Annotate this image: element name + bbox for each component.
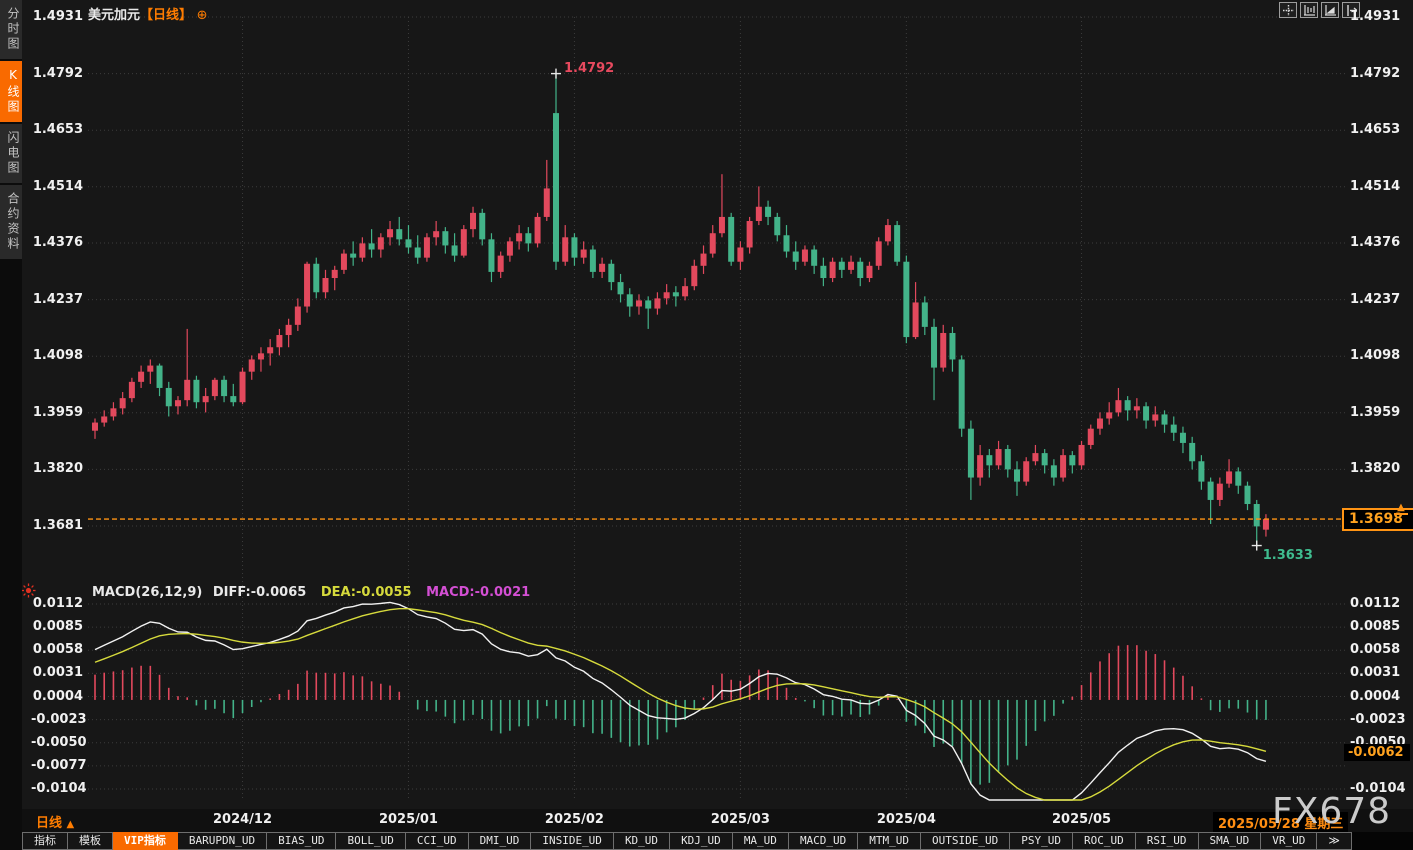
tab-MA_UD[interactable]: MA_UD <box>733 832 789 850</box>
price-tick-left: 1.4792 <box>31 66 83 82</box>
price-tick-right: 1.4376 <box>1350 235 1402 251</box>
price-tick-right: 1.3959 <box>1350 405 1402 421</box>
macd-tick-left: 0.0031 <box>31 665 83 681</box>
price-tick-right: 1.4653 <box>1350 122 1402 138</box>
add-indicator-icon[interactable]: ⊕ <box>197 8 208 23</box>
scroll-to-latest-icon[interactable]: ▲ <box>1394 503 1408 515</box>
macd-tick-left: -0.0104 <box>31 781 83 797</box>
tab-BIAS_UD[interactable]: BIAS_UD <box>267 832 336 850</box>
chart-title: 美元加元【日线】 ⊕ <box>88 4 207 23</box>
tab-OUTSIDE_UD[interactable]: OUTSIDE_UD <box>921 832 1010 850</box>
macd-tick-left: 0.0058 <box>31 642 83 658</box>
macd-tick-left: 0.0085 <box>31 619 83 635</box>
tab-≫[interactable]: ≫ <box>1317 832 1352 850</box>
macd-tick-left: 0.0004 <box>31 689 83 705</box>
macd-params: MACD(26,12,9) <box>92 585 202 600</box>
tab-CCI_UD[interactable]: CCI_UD <box>406 832 469 850</box>
macd-tick-left: -0.0050 <box>31 735 83 751</box>
time-axis-row: 日线 ▲ 2024/12 2025/01 2025/02 2025/03 2025/04… <box>22 809 1413 832</box>
symbol-name: 美元加元 <box>88 8 140 23</box>
price-tick-left: 1.3820 <box>31 461 83 477</box>
tab-BARUPDN_UD[interactable]: BARUPDN_UD <box>178 832 267 850</box>
macd-readout: MACD(26,12,9) DIFF:-0.0065 DEA:-0.0055 M… <box>92 585 530 600</box>
candlestick-chart-canvas[interactable] <box>0 0 1413 850</box>
chevron-up-icon: ▲ <box>67 819 75 830</box>
period-label: 日线 <box>36 816 62 831</box>
price-tick-left: 1.3959 <box>31 405 83 421</box>
macd-tick-right: 0.0058 <box>1350 642 1402 658</box>
tab-MACD_UD[interactable]: MACD_UD <box>789 832 858 850</box>
price-tick-right: 1.4514 <box>1350 179 1402 195</box>
indicator-tab-bar: 指标模板VIP指标BARUPDN_UDBIAS_UDBOLL_UDCCI_UDD… <box>22 832 1413 850</box>
price-tick-left: 1.4237 <box>31 292 83 308</box>
macd-tick-right: 0.0004 <box>1350 689 1402 705</box>
macd-tick-left: -0.0077 <box>31 758 83 774</box>
tab-VIP指标[interactable]: VIP指标 <box>113 832 178 850</box>
price-tick-left: 1.3681 <box>31 518 83 534</box>
tab-MTM_UD[interactable]: MTM_UD <box>858 832 921 850</box>
sidebar-item-4[interactable]: 合约资料 <box>0 185 22 259</box>
month-label: 2024/12 <box>207 812 279 827</box>
price-tick-right: 1.4792 <box>1350 66 1402 82</box>
sidebar-item-1[interactable]: 分时图 <box>0 0 22 59</box>
price-tick-right: 1.4098 <box>1350 348 1402 364</box>
tab-VR_UD[interactable]: VR_UD <box>1261 832 1317 850</box>
month-label: 2025/02 <box>538 812 610 827</box>
month-label: 2025/01 <box>372 812 444 827</box>
tab-BOLL_UD[interactable]: BOLL_UD <box>336 832 405 850</box>
low-price-annotation: 1.3633 <box>1263 548 1313 563</box>
trading-app-window: 分时图K线图闪电图合约资料 美元加元【日线】 ⊕ 1.4931 1.4931 1.4… <box>0 0 1413 850</box>
macd-tick-left: 0.0112 <box>31 596 83 612</box>
fx678-watermark: FX678 <box>1272 791 1391 832</box>
tab-KD_UD[interactable]: KD_UD <box>614 832 670 850</box>
indicator-settings-icon[interactable] <box>21 583 36 602</box>
macd-macd-value: MACD:-0.0021 <box>426 585 530 600</box>
macd-tick-right: 0.0112 <box>1350 596 1402 612</box>
price-tick-right: 1.4237 <box>1350 292 1402 308</box>
high-price-annotation: 1.4792 <box>564 61 614 76</box>
macd-tick-left: -0.0023 <box>31 712 83 728</box>
tab-INSIDE_UD[interactable]: INSIDE_UD <box>531 832 614 850</box>
price-tick-left: 1.4376 <box>31 235 83 251</box>
price-tick-right: 1.3820 <box>1350 461 1402 477</box>
month-label: 2025/03 <box>704 812 776 827</box>
sidebar-item-3[interactable]: 闪电图 <box>0 124 22 183</box>
price-tick-left: 1.4931 <box>31 9 83 25</box>
left-sidebar: 分时图K线图闪电图合约资料 <box>0 0 22 850</box>
tab-PSY_UD[interactable]: PSY_UD <box>1010 832 1073 850</box>
tab-指标[interactable]: 指标 <box>22 832 68 850</box>
macd-tick-right: -0.0023 <box>1350 712 1402 728</box>
tab-DMI_UD[interactable]: DMI_UD <box>469 832 532 850</box>
sidebar-item-2[interactable]: K线图 <box>0 61 22 122</box>
tab-ROC_UD[interactable]: ROC_UD <box>1073 832 1136 850</box>
axis-trend-icon[interactable] <box>1321 2 1339 18</box>
macd-diff-value: DIFF:-0.0065 <box>213 585 306 600</box>
period-tag: 【日线】 <box>140 8 192 23</box>
move-crosshair-icon[interactable] <box>1279 2 1297 18</box>
price-tick-right: 1.4931 <box>1350 9 1402 25</box>
month-label: 2025/04 <box>870 812 942 827</box>
price-tick-left: 1.4514 <box>31 179 83 195</box>
axis-candle-icon[interactable] <box>1300 2 1318 18</box>
macd-tick-right: 0.0085 <box>1350 619 1402 635</box>
tab-RSI_UD[interactable]: RSI_UD <box>1136 832 1199 850</box>
month-label: 2025/05 <box>1046 812 1118 827</box>
price-tick-left: 1.4098 <box>31 348 83 364</box>
macd-current-badge: -0.0062 <box>1344 744 1410 761</box>
price-tick-left: 1.4653 <box>31 122 83 138</box>
macd-tick-right: 0.0031 <box>1350 665 1402 681</box>
period-selector[interactable]: 日线 ▲ <box>36 812 74 831</box>
tab-模板[interactable]: 模板 <box>68 832 113 850</box>
tab-KDJ_UD[interactable]: KDJ_UD <box>670 832 733 850</box>
chart-toolbar <box>1279 2 1360 18</box>
macd-dea-value: DEA:-0.0055 <box>321 585 412 600</box>
tab-SMA_UD[interactable]: SMA_UD <box>1199 832 1262 850</box>
